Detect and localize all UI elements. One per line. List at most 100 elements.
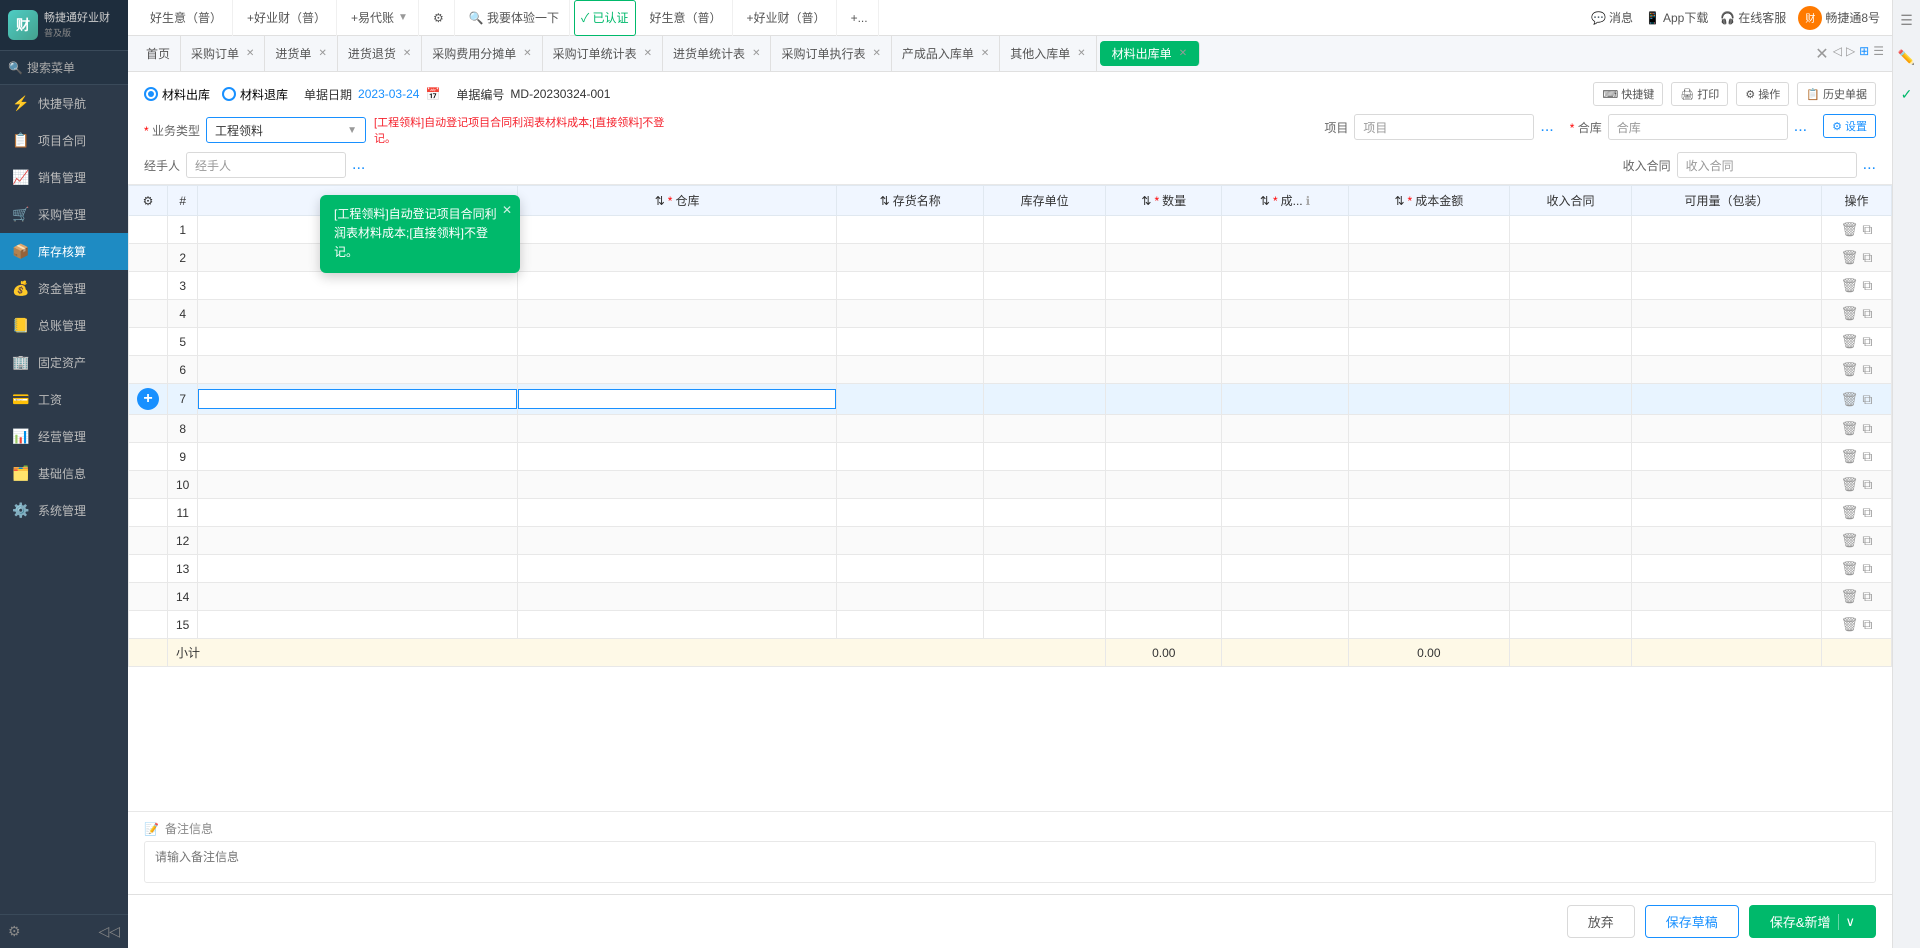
nav-message[interactable]: 💬 消息: [1591, 9, 1633, 26]
settings-icon[interactable]: ⚙: [8, 923, 21, 940]
cell-cost-2[interactable]: [1222, 244, 1349, 272]
cell-gn-6[interactable]: [837, 356, 984, 384]
sidebar-item-operations[interactable]: 📊经营管理: [0, 418, 128, 455]
cell-ca-9[interactable]: [1348, 443, 1509, 471]
sidebar-item-basic[interactable]: 🗂️基础信息: [0, 455, 128, 492]
project-dots[interactable]: ...: [1540, 118, 1553, 136]
cell-ca-8[interactable]: [1348, 415, 1509, 443]
copy-icon-6[interactable]: ⧉: [1862, 361, 1872, 378]
tab-grid-view[interactable]: ⊞: [1859, 44, 1869, 64]
sidebar-item-sales[interactable]: 📈销售管理: [0, 159, 128, 196]
sidebar-item-salary[interactable]: 💳工资: [0, 381, 128, 418]
cell-wh-1[interactable]: [517, 216, 836, 244]
cell-qty-14[interactable]: [1106, 583, 1222, 611]
copy-icon-14[interactable]: ⧉: [1862, 588, 1872, 605]
delete-icon-4[interactable]: 🗑: [1841, 305, 1859, 322]
cell-gn-11[interactable]: [837, 499, 984, 527]
cell-cost-12[interactable]: [1222, 527, 1349, 555]
cell-qty-2[interactable]: [1106, 244, 1222, 272]
discard-button[interactable]: 放弃: [1567, 905, 1635, 938]
delete-icon-8[interactable]: 🗑: [1841, 420, 1859, 437]
cell-ic-1[interactable]: [1509, 216, 1631, 244]
cell-qty-15[interactable]: [1106, 611, 1222, 639]
tab-inbound-stats[interactable]: 进货单统计表 ✕: [663, 36, 771, 72]
sidebar-item-shortcut[interactable]: ⚡快捷导航: [0, 85, 128, 122]
sidebar-item-ledger[interactable]: 📒总账管理: [0, 307, 128, 344]
cell-ic-10[interactable]: [1509, 471, 1631, 499]
cell-cost-1[interactable]: [1222, 216, 1349, 244]
sort-icon-ca[interactable]: ⇅: [1394, 194, 1404, 208]
cell-ic-12[interactable]: [1509, 527, 1631, 555]
cell-qty-7[interactable]: [1106, 384, 1222, 415]
tab-close-expense[interactable]: ✕: [523, 48, 531, 59]
cell-ic-5[interactable]: [1509, 328, 1631, 356]
cell-gn-4[interactable]: [837, 300, 984, 328]
tab-close-purchase[interactable]: ✕: [246, 48, 254, 59]
sort-icon-qty[interactable]: ⇅: [1141, 194, 1151, 208]
row-add-btn[interactable]: +: [129, 384, 168, 415]
col-settings[interactable]: ⚙: [129, 186, 168, 216]
cell-ic-6[interactable]: [1509, 356, 1631, 384]
cell-ca-4[interactable]: [1348, 300, 1509, 328]
warehouse-dots[interactable]: ...: [1794, 118, 1807, 136]
cell-wh-6[interactable]: [517, 356, 836, 384]
cell-wh-5[interactable]: [517, 328, 836, 356]
cell-qty-12[interactable]: [1106, 527, 1222, 555]
operation-btn[interactable]: ⚙ 操作: [1736, 82, 1789, 106]
tooltip-close[interactable]: ✕: [502, 201, 512, 220]
sidebar-search[interactable]: 🔍 搜索菜单: [0, 51, 128, 85]
tab-next[interactable]: ▷: [1846, 44, 1855, 64]
copy-icon-15[interactable]: ⧉: [1862, 616, 1872, 633]
cell-project-14[interactable]: [198, 583, 517, 611]
cell-gn-2[interactable]: [837, 244, 984, 272]
cell-gn-13[interactable]: [837, 555, 984, 583]
tab-home[interactable]: 首页: [136, 36, 181, 72]
nav-good-business[interactable]: 好生意（普）: [140, 0, 233, 36]
radio-material-out[interactable]: 材料出库: [144, 86, 210, 103]
right-icon-3[interactable]: ✓: [1897, 82, 1917, 107]
copy-icon-5[interactable]: ⧉: [1862, 333, 1872, 350]
cell-cost-5[interactable]: [1222, 328, 1349, 356]
cell-ca-1[interactable]: [1348, 216, 1509, 244]
cell-gn-9[interactable]: [837, 443, 984, 471]
cell-ca-13[interactable]: [1348, 555, 1509, 583]
cell-cost-3[interactable]: [1222, 272, 1349, 300]
delete-icon-1[interactable]: 🗑: [1841, 221, 1859, 238]
tab-return[interactable]: 进货退货 ✕: [338, 36, 422, 72]
cell-ca-3[interactable]: [1348, 272, 1509, 300]
cell-gn-14[interactable]: [837, 583, 984, 611]
delete-icon-2[interactable]: 🗑: [1841, 249, 1859, 266]
warehouse-input[interactable]: 合库: [1608, 114, 1788, 140]
copy-icon-7[interactable]: ⧉: [1862, 391, 1872, 408]
collapse-icon[interactable]: ◁◁: [98, 923, 120, 940]
cell-wh-10[interactable]: [517, 471, 836, 499]
copy-icon-1[interactable]: ⧉: [1862, 221, 1872, 238]
cell-project-4[interactable]: [198, 300, 517, 328]
cell-qty-11[interactable]: [1106, 499, 1222, 527]
tab-prev[interactable]: ◁: [1833, 44, 1842, 64]
tab-close-inbound[interactable]: ✕: [318, 48, 326, 59]
cell-ic-2[interactable]: [1509, 244, 1631, 272]
cell-project-10[interactable]: [198, 471, 517, 499]
delete-icon-13[interactable]: 🗑: [1841, 560, 1859, 577]
cell-cost-4[interactable]: [1222, 300, 1349, 328]
save-new-arrow[interactable]: ∨: [1838, 914, 1855, 930]
cell-project-11[interactable]: [198, 499, 517, 527]
cell-wh-11[interactable]: [517, 499, 836, 527]
cell-wh-14[interactable]: [517, 583, 836, 611]
tab-expense-split[interactable]: 采购费用分摊单 ✕: [422, 36, 542, 72]
handler-dots[interactable]: ...: [352, 156, 365, 174]
cell-ic-11[interactable]: [1509, 499, 1631, 527]
copy-icon-8[interactable]: ⧉: [1862, 420, 1872, 437]
tab-finished-goods[interactable]: 产成品入库单 ✕: [892, 36, 1000, 72]
radio-material-return[interactable]: 材料退库: [222, 86, 288, 103]
cell-qty-4[interactable]: [1106, 300, 1222, 328]
tab-close-oi[interactable]: ✕: [1077, 48, 1085, 59]
sort-icon-wh[interactable]: ⇅: [655, 194, 665, 208]
cell-qty-9[interactable]: [1106, 443, 1222, 471]
cell-cost-9[interactable]: [1222, 443, 1349, 471]
tab-close-mo[interactable]: ✕: [1179, 48, 1187, 59]
cell-gn-8[interactable]: [837, 415, 984, 443]
cell-ca-12[interactable]: [1348, 527, 1509, 555]
cell-wh-3[interactable]: [517, 272, 836, 300]
